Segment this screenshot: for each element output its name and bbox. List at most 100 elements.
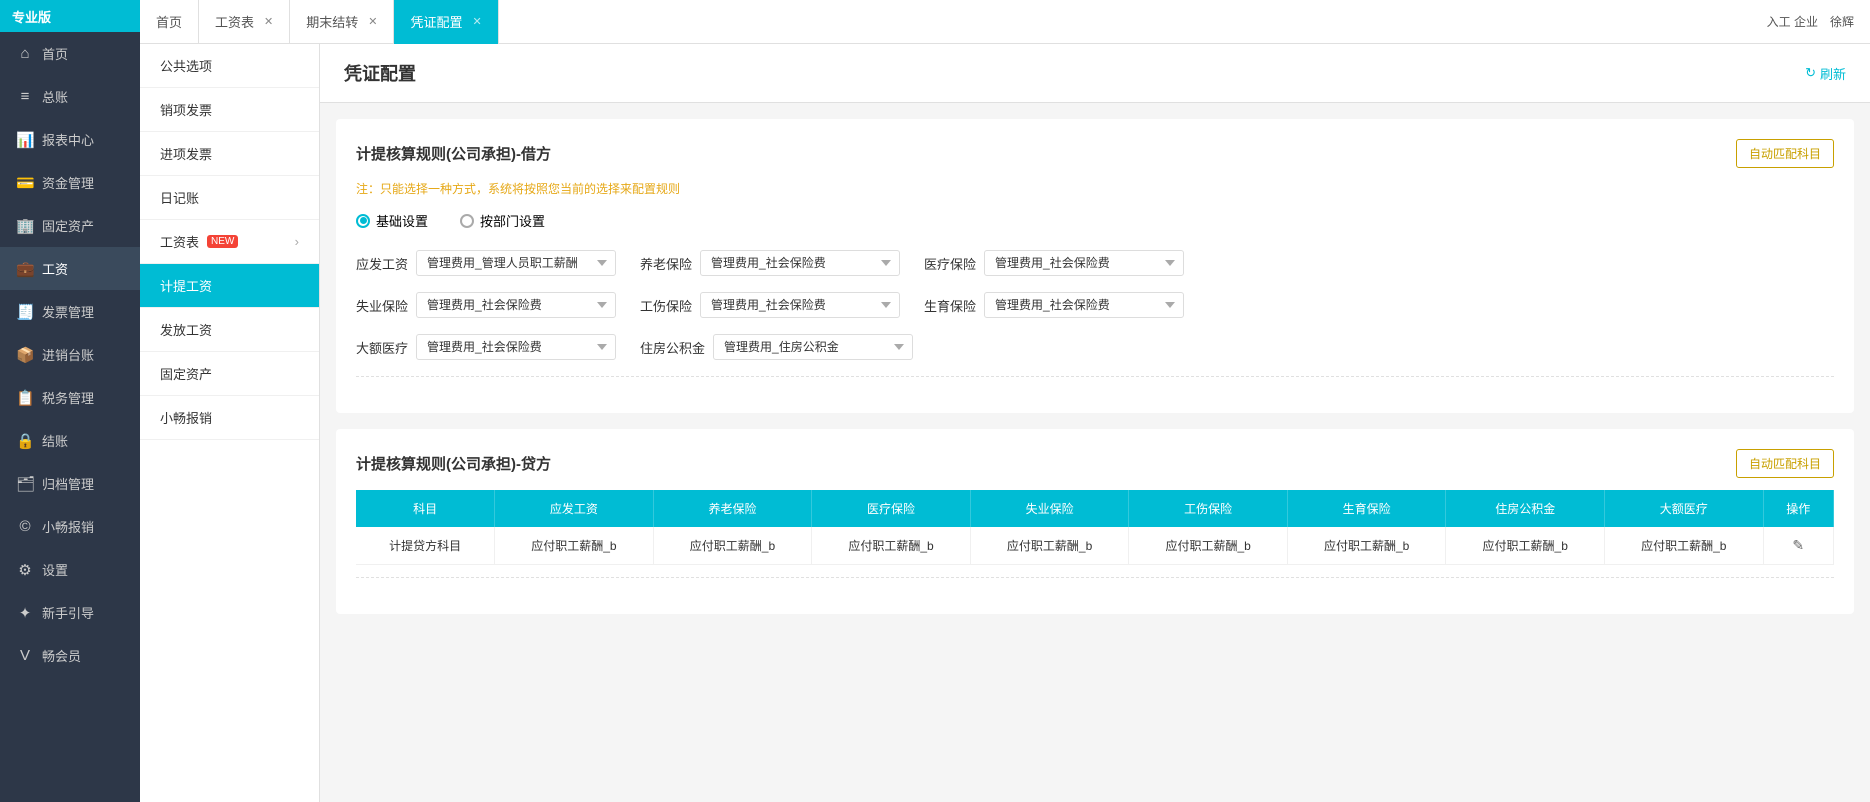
leftnav-xiaochang2[interactable]: 小畅报销: [140, 396, 319, 440]
leftnav-sales-invoice[interactable]: 销项发票: [140, 88, 319, 132]
sidebar-label-report: 报表中心: [42, 130, 94, 149]
ledger-icon: ≡: [16, 88, 34, 105]
sidebar-item-fund[interactable]: 💳 资金管理: [0, 161, 140, 204]
leftnav-pay-salary[interactable]: 发放工资: [140, 308, 319, 352]
sidebar-item-home[interactable]: ⌂ 首页: [0, 32, 140, 75]
sidebar-item-invoice[interactable]: 🧾 发票管理: [0, 290, 140, 333]
label-yiliao: 医疗保险: [924, 254, 976, 273]
divider-1: [356, 376, 1834, 377]
sidebar-item-guide[interactable]: ✦ 新手引导: [0, 591, 140, 634]
tab-period[interactable]: 期末结转 ✕: [290, 0, 394, 44]
radio-dept-label: 按部门设置: [480, 211, 545, 230]
label-yanglao: 养老保险: [640, 254, 692, 273]
form-row-2: 失业保险 管理费用_社会保险费 工伤保险 管理费用_社会保险费 生育保险: [356, 292, 1834, 318]
auto-match-button-1[interactable]: 自动匹配科目: [1736, 139, 1834, 168]
leftnav-public-label: 公共选项: [160, 56, 212, 75]
radio-dept-circle: [460, 214, 474, 228]
sidebar-label-fund: 资金管理: [42, 173, 94, 192]
tab-period-close[interactable]: ✕: [368, 15, 377, 28]
select-daeyiliao[interactable]: 管理费用_社会保险费: [416, 334, 616, 360]
label-shiye: 失业保险: [356, 296, 408, 315]
left-nav: 公共选项 销项发票 进项发票 日记账 工资表 NEW › 计提工资 发放工资: [140, 44, 320, 802]
sidebar-item-report[interactable]: 📊 报表中心: [0, 118, 140, 161]
app-logo: 专业版: [0, 0, 140, 32]
tab-voucher-label: 凭证配置: [410, 12, 462, 31]
new-badge: NEW: [207, 235, 238, 248]
field-gongshang: 工伤保险 管理费用_社会保险费: [640, 292, 900, 318]
select-gongshang[interactable]: 管理费用_社会保险费: [700, 292, 900, 318]
sidebar-item-stock[interactable]: 📦 进销台账: [0, 333, 140, 376]
tab-home[interactable]: 首页: [140, 0, 199, 44]
section2-header: 计提核算规则(公司承担)-贷方 自动匹配科目: [356, 449, 1834, 478]
tab-payroll[interactable]: 工资表 ✕: [199, 0, 290, 44]
select-gongjijin[interactable]: 管理费用_住房公积金: [713, 334, 913, 360]
radio-department[interactable]: 按部门设置: [460, 211, 545, 230]
page-content: 凭证配置 ↻ 刷新 计提核算规则(公司承担)-借方 自动匹配科目 注：只能选择一…: [320, 44, 1870, 802]
refresh-button[interactable]: ↻ 刷新: [1805, 64, 1846, 83]
sidebar-item-salary[interactable]: 💼 工资: [0, 247, 140, 290]
field-yanglao: 养老保险 管理费用_社会保险费: [640, 250, 900, 276]
select-yanglao[interactable]: 管理费用_社会保险费: [700, 250, 900, 276]
select-shiye[interactable]: 管理费用_社会保险费: [416, 292, 616, 318]
sidebar-item-tax[interactable]: 📋 税务管理: [0, 376, 140, 419]
leftnav-purchase-invoice[interactable]: 进项发票: [140, 132, 319, 176]
field-yiliao: 医疗保险 管理费用_社会保险费: [924, 250, 1184, 276]
label-gongshang: 工伤保险: [640, 296, 692, 315]
settings-icon: ⚙: [16, 561, 34, 579]
label-shengyu: 生育保险: [924, 296, 976, 315]
expand-icon: ›: [295, 234, 299, 249]
field-gongjijin: 住房公积金 管理费用_住房公积金: [640, 334, 913, 360]
content-area: 公共选项 销项发票 进项发票 日记账 工资表 NEW › 计提工资 发放工资: [140, 44, 1870, 802]
report-icon: 📊: [16, 131, 34, 149]
sidebar-item-close[interactable]: 🔒 结账: [0, 419, 140, 462]
sidebar-label-xiaochang: 小畅报销: [42, 517, 94, 536]
select-yingfa[interactable]: 管理费用_管理人员职工薪酬: [416, 250, 616, 276]
tab-home-label: 首页: [156, 12, 182, 31]
table-row: 计提贷方科目 应付职工薪酬_b 应付职工薪酬_b 应付职工薪酬_b 应付职工薪酬…: [356, 527, 1834, 565]
asset-icon: 🏢: [16, 217, 34, 235]
page-header: 凭证配置 ↻ 刷新: [320, 44, 1870, 103]
vip-icon: V: [16, 647, 34, 664]
th-yanglao: 养老保险: [653, 490, 812, 527]
topbar-right: 入工 企业 徐辉: [1767, 13, 1870, 30]
tab-payroll-label: 工资表: [215, 12, 254, 31]
sidebar-item-xiaochang[interactable]: © 小畅报销: [0, 505, 140, 548]
field-daeyiliao: 大额医疗 管理费用_社会保险费: [356, 334, 616, 360]
sidebar-item-vip[interactable]: V 畅会员: [0, 634, 140, 677]
tab-voucher-close[interactable]: ✕: [473, 15, 482, 28]
sidebar-item-settings[interactable]: ⚙ 设置: [0, 548, 140, 591]
sidebar-label-home: 首页: [42, 44, 68, 63]
tab-voucher[interactable]: 凭证配置 ✕: [394, 0, 498, 44]
section1-header: 计提核算规则(公司承担)-借方 自动匹配科目: [356, 139, 1834, 168]
stock-icon: 📦: [16, 346, 34, 364]
user-info: 入工 企业: [1767, 13, 1818, 30]
leftnav-journal-label: 日记账: [160, 188, 199, 207]
select-shengyu[interactable]: 管理费用_社会保险费: [984, 292, 1184, 318]
td-col5: 应付职工薪酬_b: [1129, 527, 1288, 565]
sidebar-label-stock: 进销台账: [42, 345, 94, 364]
sidebar-label-ledger: 总账: [42, 87, 68, 106]
leftnav-payroll-table[interactable]: 工资表 NEW ›: [140, 220, 319, 264]
leftnav-public[interactable]: 公共选项: [140, 44, 319, 88]
radio-basic[interactable]: 基础设置: [356, 211, 428, 230]
sidebar-item-ledger[interactable]: ≡ 总账: [0, 75, 140, 118]
td-action[interactable]: ✎: [1763, 527, 1833, 565]
section2-title: 计提核算规则(公司承担)-贷方: [356, 453, 551, 474]
leftnav-fixed-assets[interactable]: 固定资产: [140, 352, 319, 396]
field-yingfa: 应发工资 管理费用_管理人员职工薪酬: [356, 250, 616, 276]
th-shengyu: 生育保险: [1287, 490, 1446, 527]
radio-basic-label: 基础设置: [376, 211, 428, 230]
sidebar-label-guide: 新手引导: [42, 603, 94, 622]
td-col1: 应付职工薪酬_b: [495, 527, 654, 565]
sidebar-item-archive[interactable]: 🗂 归档管理: [0, 462, 140, 505]
td-col2: 应付职工薪酬_b: [653, 527, 812, 565]
tab-payroll-close[interactable]: ✕: [264, 15, 273, 28]
leftnav-calc-salary[interactable]: 计提工资: [140, 264, 319, 308]
page-title: 凭证配置: [344, 60, 416, 86]
edit-icon[interactable]: ✎: [1792, 537, 1804, 553]
auto-match-button-2[interactable]: 自动匹配科目: [1736, 449, 1834, 478]
sidebar-item-asset[interactable]: 🏢 固定资产: [0, 204, 140, 247]
select-yiliao[interactable]: 管理费用_社会保险费: [984, 250, 1184, 276]
leftnav-journal[interactable]: 日记账: [140, 176, 319, 220]
main-area: 首页 工资表 ✕ 期末结转 ✕ 凭证配置 ✕ 入工 企业 徐辉 公共选项 销项发…: [140, 0, 1870, 802]
